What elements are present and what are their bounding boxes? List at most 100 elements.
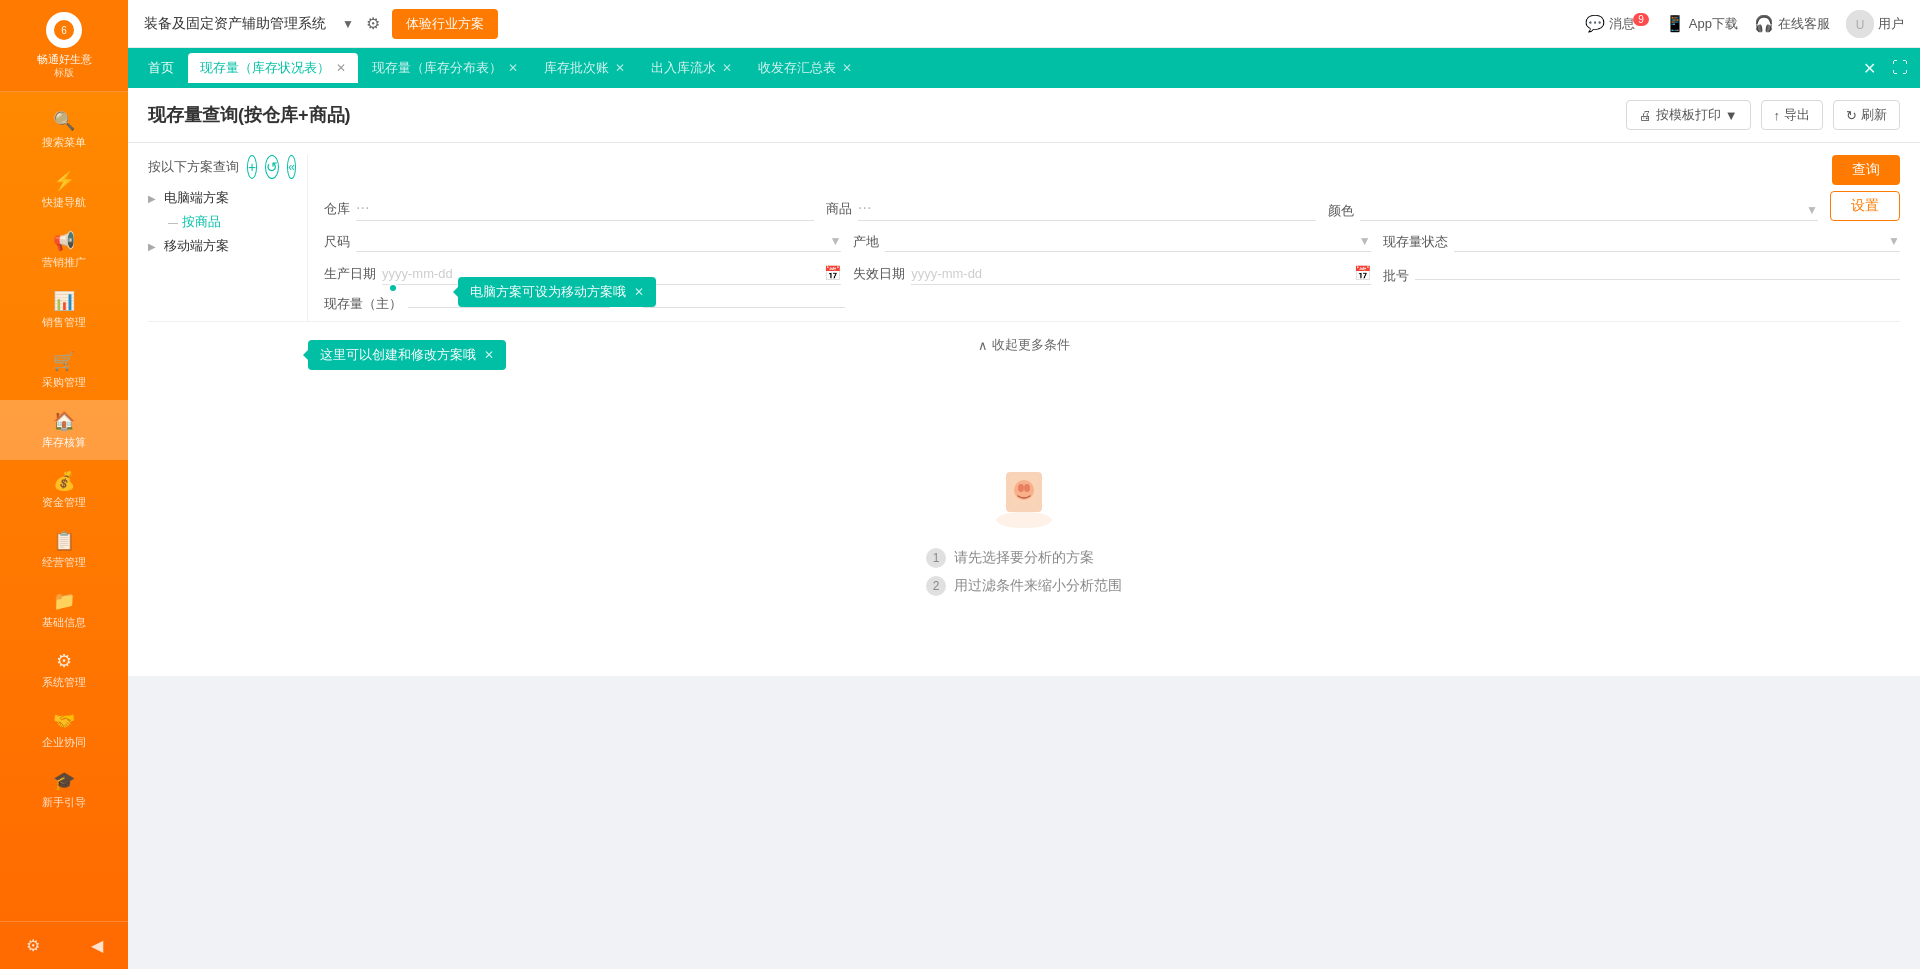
topbar-user[interactable]: U 用户 [1846,10,1904,38]
sidebar-settings-btn[interactable]: ⚙ [22,932,44,959]
tooltip1-close[interactable]: ✕ [634,285,644,299]
size-dropdown-icon: ▼ [829,234,841,248]
enterprise-icon: 🤝 [53,710,75,732]
goods-input[interactable]: ··· [858,196,1316,221]
tab-home[interactable]: 首页 [136,53,186,83]
tooltip2-close[interactable]: ✕ [484,348,494,362]
reset-button[interactable]: 设置 [1830,191,1900,221]
topbar-online-service[interactable]: 🎧 在线客服 [1754,14,1830,33]
tab-inventory-status-close[interactable]: ✕ [336,62,346,74]
warehouse-input[interactable]: ··· [356,196,814,221]
batch-input[interactable] [1415,273,1900,280]
filter-section: 按以下方案查询 + ↺ « ▶ 电脑端方案 — 按商品 [128,143,1920,372]
mobile-scheme-label[interactable]: 移动端方案 [164,237,229,255]
production-date-calendar-icon[interactable]: 📅 [824,265,841,281]
sidebar-item-sales[interactable]: 📊 销售管理 [0,280,128,340]
sidebar-item-inventory[interactable]: 🏠 库存核算 [0,400,128,460]
tooltip-create-scheme: 这里可以创建和修改方案哦 ✕ [308,340,506,370]
svg-point-4 [996,512,1052,528]
tab-batch-account-label: 库存批次账 [544,59,609,77]
assets-icon: 💰 [53,470,75,492]
sidebar-collapse-btn[interactable]: ◀ [87,932,107,959]
sidebar-item-basic-info[interactable]: 📁 基础信息 [0,580,128,640]
origin-label: 产地 [853,233,879,251]
purchase-icon: 🛒 [53,350,75,372]
desktop-child-label[interactable]: 按商品 [182,213,221,231]
svg-point-8 [1018,484,1024,492]
refresh-btn[interactable]: ↻ 刷新 [1833,100,1900,130]
sidebar-item-quick-nav[interactable]: ⚡ 快捷导航 [0,160,128,220]
quick-nav-icon: ⚡ [53,170,75,192]
sidebar-item-purchase[interactable]: 🛒 采购管理 [0,340,128,400]
stock-status-input[interactable]: ▼ [1454,231,1900,252]
sidebar-label-system: 系统管理 [42,675,86,690]
sidebar-item-marketing[interactable]: 📢 营销推广 [0,220,128,280]
empty-steps: 1 请先选择要分析的方案 2 用过滤条件来缩小分析范围 [926,548,1122,596]
tab-home-label: 首页 [148,59,174,77]
topbar-message[interactable]: 💬 消息 9 [1585,14,1649,33]
mobile-expand-icon[interactable]: ▶ [148,241,156,252]
desktop-scheme-group: ▶ 电脑端方案 [148,189,295,207]
desktop-expand-icon[interactable]: ▶ [148,193,156,204]
stock-status-dropdown-icon: ▼ [1888,234,1900,248]
add-scheme-btn[interactable]: + [247,155,257,179]
query-button[interactable]: 查询 [1832,155,1900,185]
step-1-num: 1 [926,548,946,568]
expiry-date-calendar-icon[interactable]: 📅 [1354,265,1371,281]
tab-in-out-flow[interactable]: 出入库流水 ✕ [639,53,744,83]
main-content: 装备及固定资产辅助管理系统 ▼ ⚙ 体验行业方案 💬 消息 9 📱 App下载 … [128,0,1920,969]
sidebar-item-operations[interactable]: 📋 经营管理 [0,520,128,580]
sidebar-item-enterprise[interactable]: 🤝 企业协同 [0,700,128,760]
expiry-date-input[interactable]: yyyy-mm-dd 📅 [911,262,1370,285]
marketing-icon: 📢 [53,230,75,252]
tab-batch-account-close[interactable]: ✕ [615,62,625,74]
tabbar-fullscreen-btn[interactable]: ⛶ [1888,57,1912,79]
origin-input[interactable]: ▼ [885,231,1370,252]
size-input[interactable]: ▼ [356,231,841,252]
tab-collect-summary-close[interactable]: ✕ [842,62,852,74]
template-print-btn[interactable]: 🖨 按模板打印 ▼ [1626,100,1751,130]
message-badge: 9 [1633,13,1649,26]
tab-inventory-status[interactable]: 现存量（库存状况表） ✕ [188,53,358,83]
color-label: 颜色 [1328,202,1354,220]
svg-text:U: U [1856,18,1865,32]
desktop-scheme-label[interactable]: 电脑端方案 [164,189,229,207]
empty-step-1: 1 请先选择要分析的方案 [926,548,1122,568]
refresh-scheme-btn[interactable]: ↺ [265,155,279,179]
sidebar-item-guide[interactable]: 🎓 新手引导 [0,760,128,820]
guide-icon: 🎓 [53,770,75,792]
tab-inventory-dist-close[interactable]: ✕ [508,62,518,74]
sidebar-item-system[interactable]: ⚙ 系统管理 [0,640,128,700]
page-header: 现存量查询(按仓库+商品) 🖨 按模板打印 ▼ ↑ 导出 ↻ 刷新 [128,88,1920,143]
sidebar-menu: 🔍 搜索菜单 ⚡ 快捷导航 📢 营销推广 📊 销售管理 🛒 采购管理 🏠 库存核… [0,92,128,921]
sidebar-item-search[interactable]: 🔍 搜索菜单 [0,100,128,160]
filter-label: 按以下方案查询 [148,158,239,176]
color-input[interactable]: ▼ [1360,200,1818,221]
color-field: 颜色 ▼ [1328,200,1818,221]
tab-inventory-dist[interactable]: 现存量（库存分布表） ✕ [360,53,530,83]
export-btn[interactable]: ↑ 导出 [1761,100,1824,130]
topbar-settings-icon[interactable]: ⚙ [366,14,380,33]
sidebar-label-assets: 资金管理 [42,495,86,510]
service-icon: 🎧 [1754,14,1774,33]
tabbar-close-all-btn[interactable]: ✕ [1859,57,1880,80]
back-btn[interactable]: « [287,155,296,179]
stock-range-max[interactable] [643,301,845,308]
svg-text:6: 6 [61,25,67,36]
topbar-app-download[interactable]: 📱 App下载 [1665,14,1738,33]
tooltip-desktop-scheme: 电脑方案可设为移动方案哦 ✕ [458,277,656,307]
sidebar-label-marketing: 营销推广 [42,255,86,270]
goods-label: 商品 [826,200,852,218]
tab-collect-summary[interactable]: 收发存汇总表 ✕ [746,53,864,83]
stock-status-field: 现存量状态 ▼ [1383,231,1900,252]
system-title-dropdown[interactable]: ▼ [342,17,354,31]
tab-batch-account[interactable]: 库存批次账 ✕ [532,53,637,83]
mobile-scheme-group: ▶ 移动端方案 [148,237,295,255]
experience-btn[interactable]: 体验行业方案 [392,9,498,39]
empty-illustration [984,452,1064,532]
refresh-icon: ↻ [1846,108,1857,123]
goods-field: 商品 ··· [826,196,1316,221]
desktop-scheme-children: — 按商品 [148,213,295,231]
tab-in-out-flow-close[interactable]: ✕ [722,62,732,74]
sidebar-item-assets[interactable]: 💰 资金管理 [0,460,128,520]
